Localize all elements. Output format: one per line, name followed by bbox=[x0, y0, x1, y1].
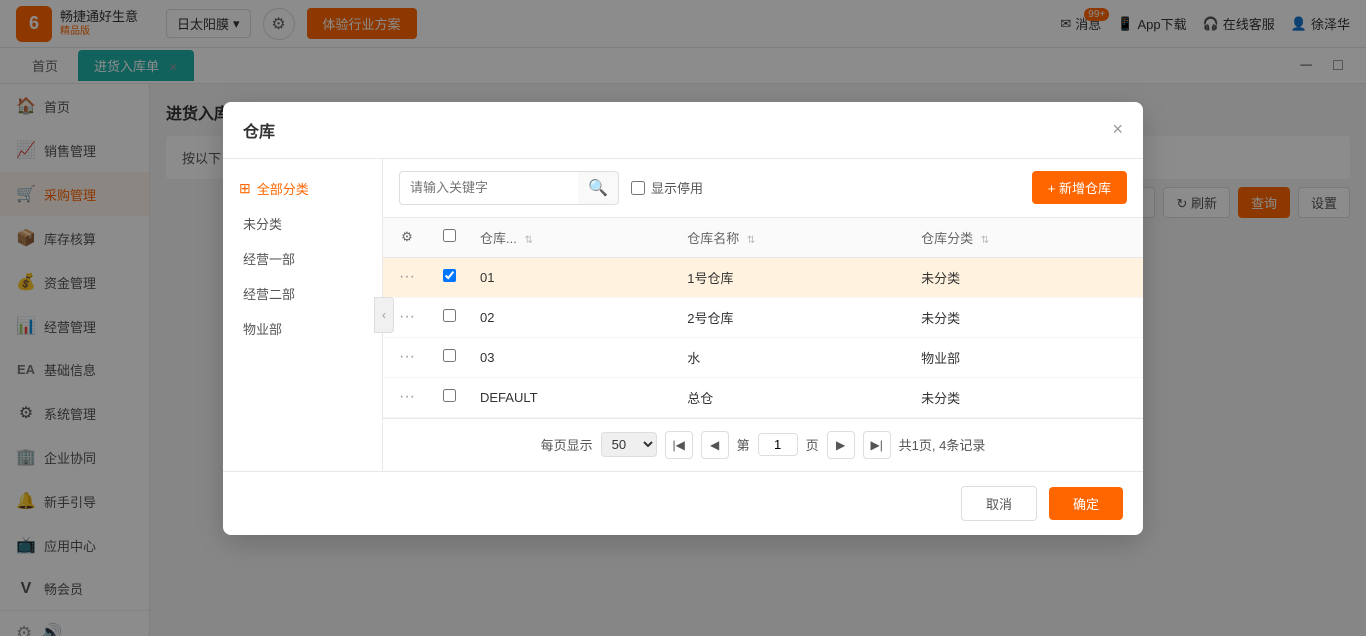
col-header-settings: ⚙ bbox=[383, 218, 431, 258]
dots-icon[interactable]: ··· bbox=[399, 348, 415, 365]
page-size-label: 每页显示 bbox=[541, 435, 593, 454]
modal-close-btn[interactable]: × bbox=[1112, 119, 1123, 140]
row-code: 03 bbox=[468, 337, 675, 377]
modal-search-box: 🔍 bbox=[399, 171, 619, 205]
select-all-checkbox[interactable] bbox=[443, 229, 456, 242]
row-code: 02 bbox=[468, 297, 675, 337]
row-code: DEFAULT bbox=[468, 377, 675, 417]
modal-cat-all[interactable]: ⊞ 全部分类 bbox=[223, 171, 382, 206]
page-size-select[interactable]: 50 100 bbox=[601, 432, 657, 457]
table-row[interactable]: ··· 02 2号仓库 未分类 bbox=[383, 297, 1143, 337]
prev-page-btn[interactable]: ◀ bbox=[701, 431, 729, 459]
col-header-checkbox bbox=[431, 218, 468, 258]
modal-pagination: 每页显示 50 100 |◀ ◀ 第 页 ▶ ▶| 共1页, 4条记录 bbox=[383, 418, 1143, 471]
row-checkbox[interactable] bbox=[443, 309, 456, 322]
modal-toolbar: 🔍 显示停用 + 新增仓库 bbox=[383, 159, 1143, 218]
row-code: 01 bbox=[468, 257, 675, 297]
row-category: 物业部 bbox=[909, 337, 1143, 377]
sort-name-icon: ⇅ bbox=[747, 235, 755, 246]
row-dots[interactable]: ··· bbox=[383, 257, 431, 297]
modal-body: ⊞ 全部分类 未分类 经营一部 经营二部 物业部 ‹ 🔍 bbox=[223, 159, 1143, 471]
row-checkbox-cell bbox=[431, 377, 468, 417]
modal-table: ⚙ 仓库... ⇅ 仓库名称 bbox=[383, 218, 1143, 418]
row-dots[interactable]: ··· bbox=[383, 377, 431, 417]
grid-icon: ⊞ bbox=[239, 180, 251, 197]
modal-search-icon[interactable]: 🔍 bbox=[578, 172, 618, 204]
first-page-btn[interactable]: |◀ bbox=[665, 431, 693, 459]
row-name: 水 bbox=[675, 337, 909, 377]
page-label: 页 bbox=[806, 435, 819, 454]
row-checkbox-cell bbox=[431, 257, 468, 297]
confirm-btn[interactable]: 确定 bbox=[1049, 487, 1123, 520]
modal-title: 仓库 bbox=[243, 118, 275, 142]
show-disabled-label: 显示停用 bbox=[651, 178, 703, 197]
row-category: 未分类 bbox=[909, 257, 1143, 297]
col-header-code: 仓库... ⇅ bbox=[468, 218, 675, 258]
table-row[interactable]: ··· 03 水 物业部 bbox=[383, 337, 1143, 377]
last-page-btn[interactable]: ▶| bbox=[863, 431, 891, 459]
dots-icon[interactable]: ··· bbox=[399, 268, 415, 285]
modal-category-sidebar: ⊞ 全部分类 未分类 经营一部 经营二部 物业部 ‹ bbox=[223, 159, 383, 471]
show-disabled-checkbox[interactable] bbox=[631, 181, 645, 195]
modal-cat-item-0[interactable]: 未分类 bbox=[223, 206, 382, 241]
modal-search-input[interactable] bbox=[400, 174, 578, 201]
sidebar-collapse-btn[interactable]: ‹ bbox=[374, 297, 394, 333]
warehouse-modal: 仓库 × ⊞ 全部分类 未分类 经营一部 经营二部 物业部 ‹ bbox=[223, 102, 1143, 535]
jump-label: 第 bbox=[737, 435, 750, 454]
add-warehouse-btn[interactable]: + 新增仓库 bbox=[1032, 171, 1127, 204]
modal-cat-item-3[interactable]: 物业部 bbox=[223, 311, 382, 346]
row-dots[interactable]: ··· bbox=[383, 337, 431, 377]
row-name: 1号仓库 bbox=[675, 257, 909, 297]
modal-table-wrap: ⚙ 仓库... ⇅ 仓库名称 bbox=[383, 218, 1143, 418]
dots-icon[interactable]: ··· bbox=[399, 388, 415, 405]
modal-cat-item-1[interactable]: 经营一部 bbox=[223, 241, 382, 276]
modal-cat-item-2[interactable]: 经营二部 bbox=[223, 276, 382, 311]
sort-category-icon: ⇅ bbox=[981, 235, 989, 246]
row-checkbox[interactable] bbox=[443, 269, 456, 282]
table-row[interactable]: ··· DEFAULT 总仓 未分类 bbox=[383, 377, 1143, 417]
col-header-category: 仓库分类 ⇅ bbox=[909, 218, 1143, 258]
row-name: 总仓 bbox=[675, 377, 909, 417]
modal-header: 仓库 × bbox=[223, 102, 1143, 159]
row-checkbox-cell bbox=[431, 337, 468, 377]
page-input[interactable] bbox=[758, 433, 798, 456]
show-disabled-container: 显示停用 bbox=[631, 178, 703, 197]
cancel-btn[interactable]: 取消 bbox=[961, 486, 1037, 521]
dots-icon[interactable]: ··· bbox=[399, 308, 415, 325]
row-checkbox-cell bbox=[431, 297, 468, 337]
table-row[interactable]: ··· 01 1号仓库 未分类 bbox=[383, 257, 1143, 297]
total-info: 共1页, 4条记录 bbox=[899, 435, 986, 454]
row-checkbox[interactable] bbox=[443, 389, 456, 402]
row-category: 未分类 bbox=[909, 377, 1143, 417]
sort-code-icon: ⇅ bbox=[524, 235, 532, 246]
row-name: 2号仓库 bbox=[675, 297, 909, 337]
next-page-btn[interactable]: ▶ bbox=[827, 431, 855, 459]
col-header-name: 仓库名称 ⇅ bbox=[675, 218, 909, 258]
modal-footer: 取消 确定 bbox=[223, 471, 1143, 535]
row-category: 未分类 bbox=[909, 297, 1143, 337]
row-checkbox[interactable] bbox=[443, 349, 456, 362]
modal-main: 🔍 显示停用 + 新增仓库 ⚙ bbox=[383, 159, 1143, 471]
modal-overlay: 仓库 × ⊞ 全部分类 未分类 经营一部 经营二部 物业部 ‹ bbox=[0, 0, 1366, 636]
